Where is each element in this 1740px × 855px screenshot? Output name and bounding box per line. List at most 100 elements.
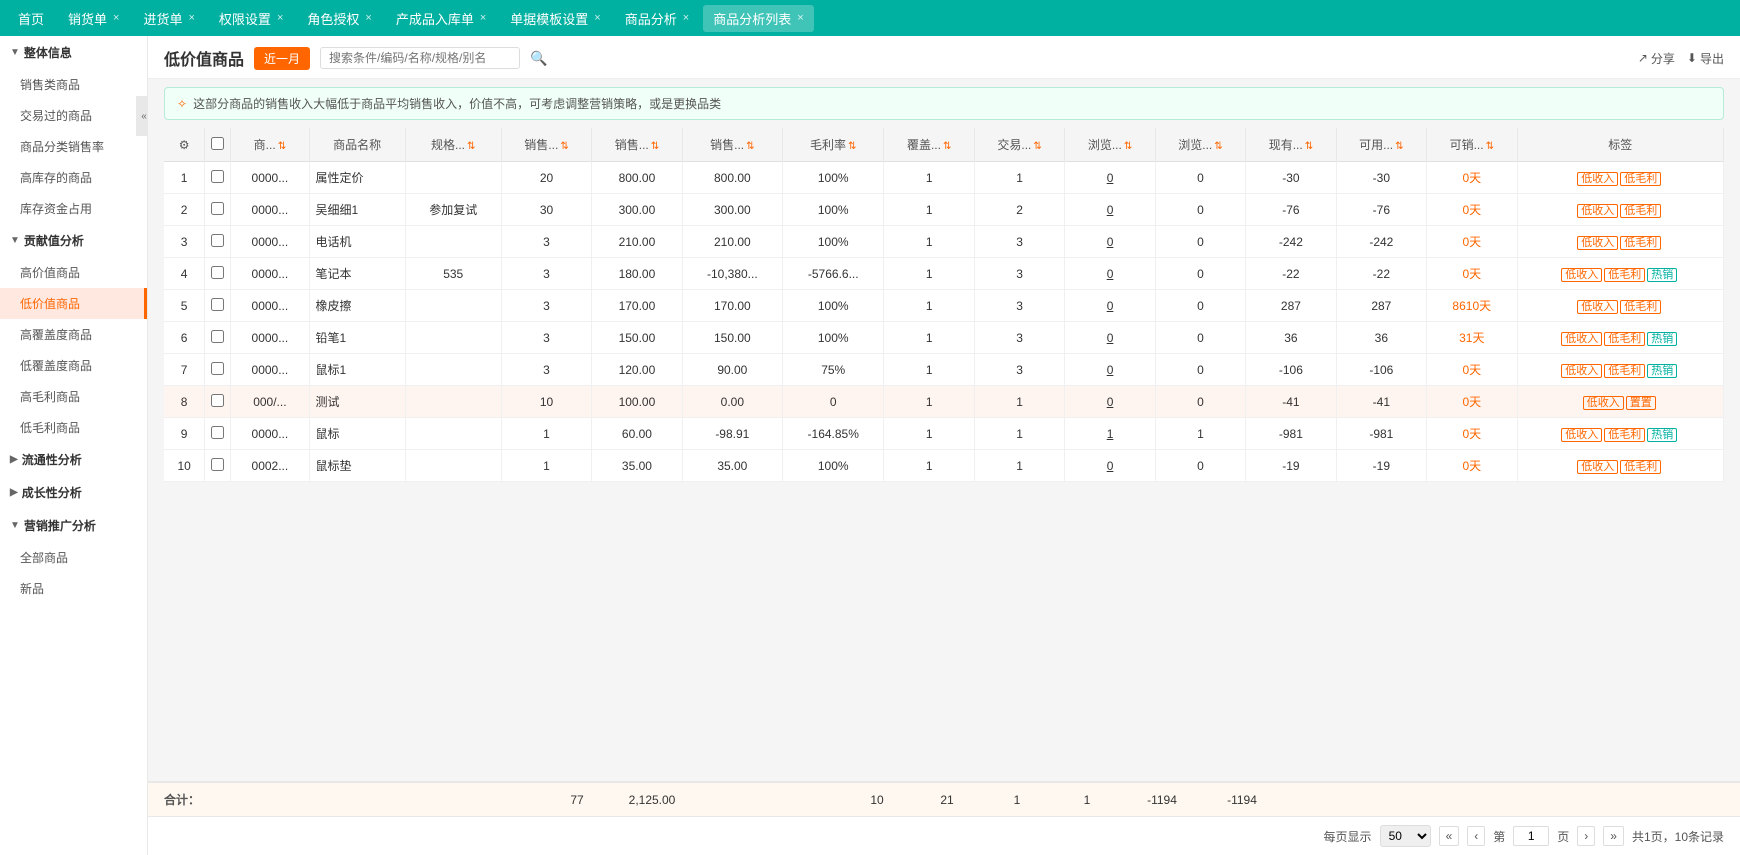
close-icon[interactable]: × — [480, 12, 486, 24]
close-icon[interactable]: × — [365, 12, 371, 24]
row-checkbox[interactable] — [211, 394, 224, 407]
page-number-input[interactable] — [1513, 826, 1549, 846]
td-browse1[interactable]: 0 — [1065, 290, 1155, 322]
sidebar-item-low-coverage[interactable]: 低覆盖度商品 — [0, 350, 147, 381]
sidebar-item-sales-products[interactable]: 销售类商品 — [0, 69, 147, 100]
th-browse1[interactable]: 浏览...⇅ — [1065, 128, 1155, 162]
nav-tab-sales[interactable]: 销货单 × — [58, 5, 129, 32]
sidebar-group-marketing[interactable]: ▼ 营销推广分析 — [0, 509, 147, 542]
filter-recent-month-button[interactable]: 近一月 — [254, 47, 310, 70]
next-page-button[interactable]: › — [1577, 826, 1595, 846]
share-button[interactable]: ↗ 分享 — [1638, 50, 1675, 67]
nav-tab-product-inbound[interactable]: 产成品入库单 × — [386, 5, 496, 32]
td-browse1[interactable]: 0 — [1065, 322, 1155, 354]
th-sales-qty[interactable]: 销售...⇅ — [501, 128, 591, 162]
browse-link[interactable]: 0 — [1107, 203, 1114, 217]
td-checkbox[interactable] — [205, 450, 231, 482]
td-checkbox[interactable] — [205, 162, 231, 194]
td-checkbox[interactable] — [205, 354, 231, 386]
td-browse1[interactable]: 0 — [1065, 194, 1155, 226]
close-icon[interactable]: × — [113, 12, 119, 24]
browse-link[interactable]: 0 — [1107, 459, 1114, 473]
row-checkbox[interactable] — [211, 458, 224, 471]
sidebar-item-low-value[interactable]: 低价值商品 — [0, 288, 147, 319]
close-icon[interactable]: × — [188, 12, 194, 24]
th-current-qty[interactable]: 现有...⇅ — [1246, 128, 1336, 162]
sidebar-item-traded-products[interactable]: 交易过的商品 — [0, 100, 147, 131]
td-browse1[interactable]: 0 — [1065, 450, 1155, 482]
td-checkbox[interactable] — [205, 322, 231, 354]
select-all-checkbox[interactable] — [211, 137, 224, 150]
sidebar-collapse-button[interactable]: « — [136, 96, 148, 136]
nav-tab-purchase[interactable]: 进货单 × — [133, 5, 204, 32]
th-browse2[interactable]: 浏览...⇅ — [1155, 128, 1245, 162]
th-name[interactable]: 商品名称 — [309, 128, 405, 162]
close-icon[interactable]: × — [277, 12, 283, 24]
sidebar-item-all-products[interactable]: 全部商品 — [0, 542, 147, 573]
nav-tab-permissions[interactable]: 权限设置 × — [209, 5, 293, 32]
td-browse1[interactable]: 0 — [1065, 354, 1155, 386]
sidebar-item-high-profit[interactable]: 高毛利商品 — [0, 381, 147, 412]
sidebar-item-category-sales-rate[interactable]: 商品分类销售率 — [0, 131, 147, 162]
browse-link[interactable]: 0 — [1107, 363, 1114, 377]
th-spec[interactable]: 规格...⇅ — [405, 128, 501, 162]
last-page-button[interactable]: » — [1603, 826, 1624, 846]
th-sales-gross[interactable]: 销售...⇅ — [682, 128, 782, 162]
td-checkbox[interactable] — [205, 226, 231, 258]
row-checkbox[interactable] — [211, 266, 224, 279]
close-icon[interactable]: × — [594, 12, 600, 24]
prev-page-button[interactable]: ‹ — [1467, 826, 1485, 846]
browse-link[interactable]: 0 — [1107, 299, 1114, 313]
sidebar-item-low-profit[interactable]: 低毛利商品 — [0, 412, 147, 443]
nav-tab-product-analysis-list[interactable]: 商品分析列表 × — [703, 5, 813, 32]
sidebar-group-contribution[interactable]: ▼ 贡献值分析 — [0, 224, 147, 257]
th-transaction[interactable]: 交易...⇅ — [974, 128, 1064, 162]
th-saleable[interactable]: 可销...⇅ — [1427, 128, 1517, 162]
td-checkbox[interactable] — [205, 418, 231, 450]
td-browse1[interactable]: 0 — [1065, 258, 1155, 290]
row-checkbox[interactable] — [211, 202, 224, 215]
sidebar-group-circulation[interactable]: ▶ 流通性分析 — [0, 443, 147, 476]
page-size-select[interactable]: 50 20 100 — [1380, 825, 1431, 847]
first-page-button[interactable]: « — [1439, 826, 1460, 846]
search-input[interactable] — [320, 47, 520, 69]
sidebar-group-growth[interactable]: ▶ 成长性分析 — [0, 476, 147, 509]
td-browse1[interactable]: 0 — [1065, 386, 1155, 418]
td-checkbox[interactable] — [205, 290, 231, 322]
browse-link[interactable]: 0 — [1107, 267, 1114, 281]
nav-tab-roles[interactable]: 角色授权 × — [297, 5, 381, 32]
row-checkbox[interactable] — [211, 362, 224, 375]
sidebar-group-overall[interactable]: ▼ 整体信息 — [0, 36, 147, 69]
export-button[interactable]: ⬇ 导出 — [1687, 50, 1724, 67]
sidebar-item-new-products[interactable]: 新品 — [0, 573, 147, 604]
close-icon[interactable]: × — [683, 12, 689, 24]
row-checkbox[interactable] — [211, 298, 224, 311]
td-browse1[interactable]: 1 — [1065, 418, 1155, 450]
th-gross-rate[interactable]: 毛利率⇅ — [783, 128, 884, 162]
browse-link[interactable]: 0 — [1107, 235, 1114, 249]
sidebar-item-high-stock[interactable]: 高库存的商品 — [0, 162, 147, 193]
td-checkbox[interactable] — [205, 258, 231, 290]
row-checkbox[interactable] — [211, 426, 224, 439]
th-sales-price[interactable]: 销售...⇅ — [592, 128, 682, 162]
close-icon[interactable]: × — [797, 12, 803, 24]
nav-tab-product-analysis[interactable]: 商品分析 × — [615, 5, 699, 32]
th-code[interactable]: 商...⇅ — [231, 128, 309, 162]
th-available[interactable]: 可用...⇅ — [1336, 128, 1426, 162]
row-checkbox[interactable] — [211, 170, 224, 183]
td-checkbox[interactable] — [205, 386, 231, 418]
sidebar-item-stock-capital[interactable]: 库存资金占用 — [0, 193, 147, 224]
browse-link[interactable]: 0 — [1107, 171, 1114, 185]
th-settings[interactable]: ⚙ — [164, 128, 205, 162]
td-checkbox[interactable] — [205, 194, 231, 226]
browse-link[interactable]: 1 — [1107, 427, 1114, 441]
search-icon[interactable]: 🔍 — [530, 50, 547, 67]
sidebar-item-high-coverage[interactable]: 高覆盖度商品 — [0, 319, 147, 350]
sidebar-item-high-value[interactable]: 高价值商品 — [0, 257, 147, 288]
td-browse1[interactable]: 0 — [1065, 162, 1155, 194]
td-browse1[interactable]: 0 — [1065, 226, 1155, 258]
nav-tab-template[interactable]: 单据模板设置 × — [500, 5, 610, 32]
row-checkbox[interactable] — [211, 234, 224, 247]
table-container[interactable]: ⚙ 商...⇅ 商品名称 规格...⇅ 销售...⇅ 销售...⇅ 销售...⇅… — [148, 128, 1740, 781]
row-checkbox[interactable] — [211, 330, 224, 343]
